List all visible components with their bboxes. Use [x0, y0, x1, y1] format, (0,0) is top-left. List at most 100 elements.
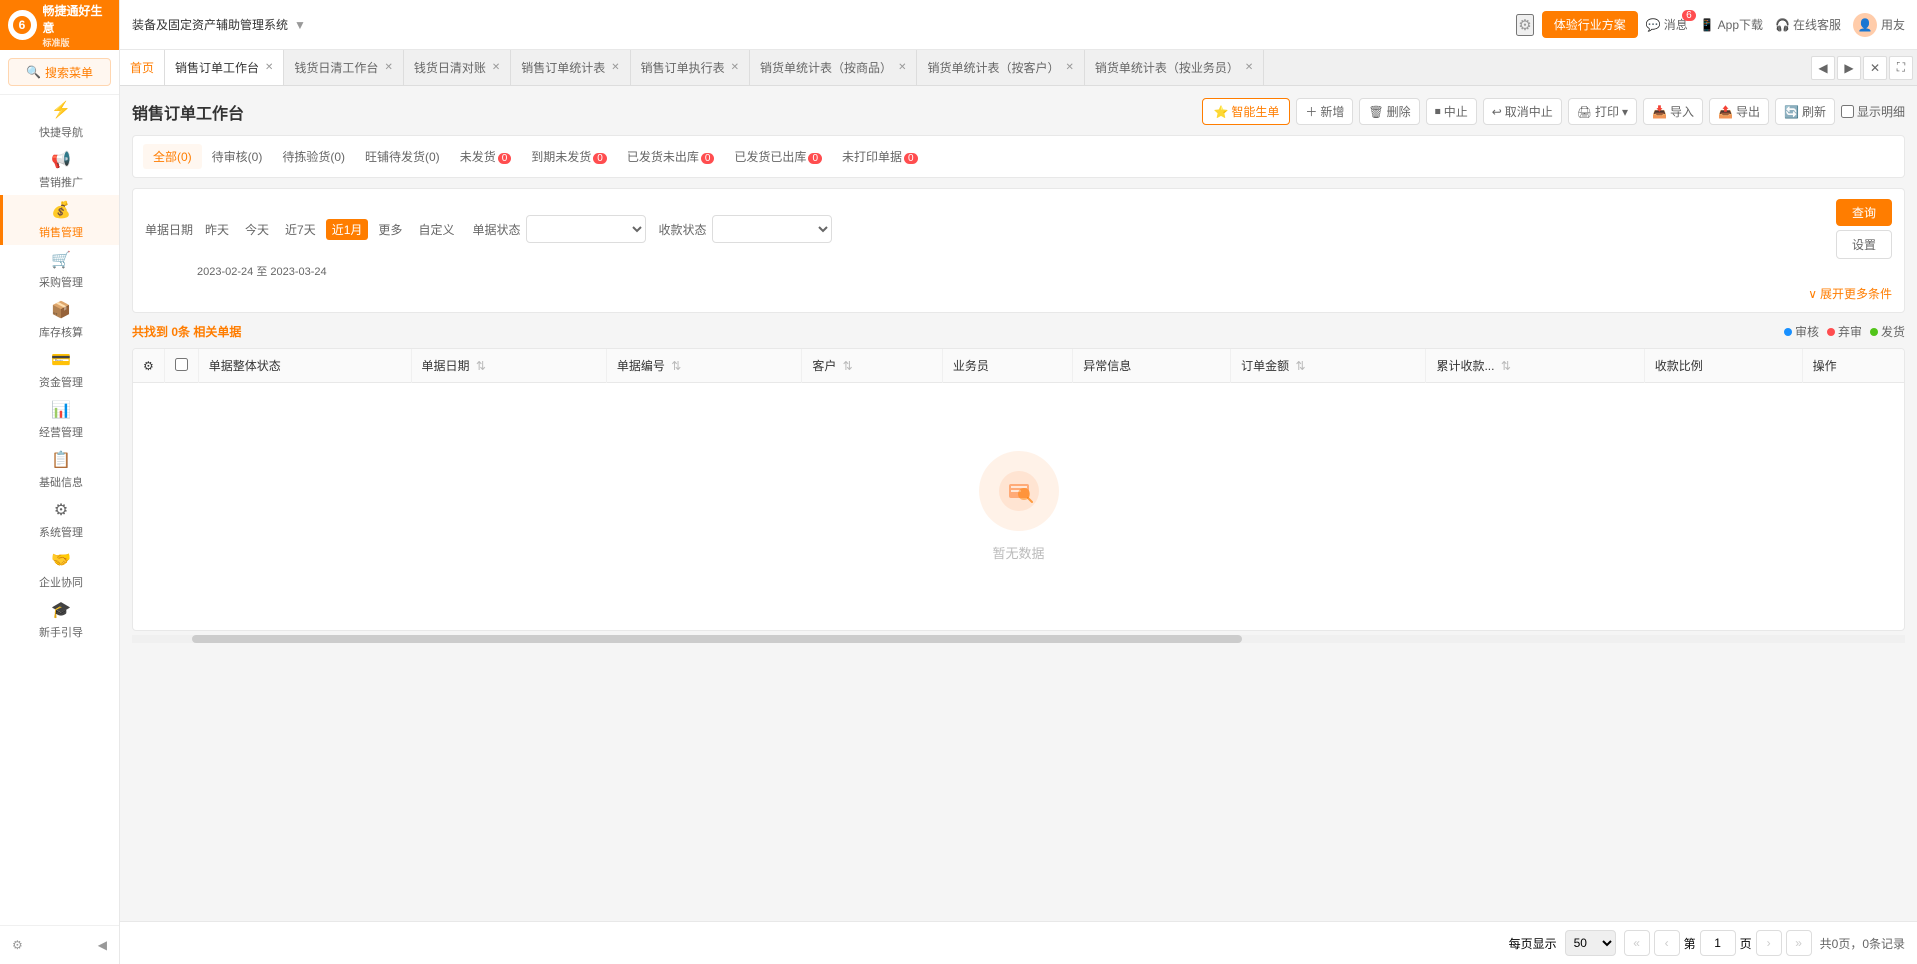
tab-sales-summary-customer[interactable]: 销货单统计表（按客户） ✕ — [917, 50, 1084, 85]
sidebar-item-finance[interactable]: 💳 资金管理 — [0, 345, 119, 395]
customer-sort-icon[interactable]: ⇅ — [843, 359, 853, 373]
add-btn[interactable]: ＋ 新增 — [1296, 98, 1353, 125]
review-action-btn[interactable]: 审核 — [1784, 323, 1819, 340]
tab-sales-stats[interactable]: 销售订单统计表 ✕ — [511, 50, 630, 85]
col-customer-header[interactable]: 客户 ⇅ — [802, 349, 943, 383]
sidebar-item-basic[interactable]: 📋 基础信息 — [0, 445, 119, 495]
page-first-btn[interactable]: « — [1624, 930, 1650, 956]
amount-sort-icon[interactable]: ⇅ — [1295, 359, 1305, 373]
per-page-label: 每页显示 — [1509, 935, 1557, 952]
col-collected-header[interactable]: 累计收款... ⇅ — [1426, 349, 1644, 383]
subtab-shipped-out[interactable]: 已发货已出库0 — [724, 144, 832, 169]
import-btn[interactable]: 📥 导入 — [1643, 98, 1703, 125]
smart-create-btn[interactable]: ⭐ 智能生单 — [1202, 98, 1290, 125]
subtab-all[interactable]: 全部(0) — [143, 144, 202, 169]
print-btn[interactable]: 🖨 打印 ▾ — [1568, 98, 1637, 125]
sidebar-item-marketing[interactable]: 📢 营销推广 — [0, 145, 119, 195]
tab-sales-workbench[interactable]: 销售订单工作台 ✕ — [165, 50, 284, 85]
date-today-btn[interactable]: 今天 — [239, 219, 275, 240]
filter-status-label: 单据状态 — [472, 221, 520, 238]
tab-cash-reconcile[interactable]: 钱货日清对账 ✕ — [404, 50, 511, 85]
topbar-settings-btn[interactable]: ⚙ — [1516, 14, 1533, 36]
date-7days-btn[interactable]: 近7天 — [279, 219, 322, 240]
sidebar-item-purchase[interactable]: 🛒 采购管理 — [0, 245, 119, 295]
table-empty-row: 暂无数据 — [133, 383, 1904, 631]
tabs-prev-btn[interactable]: ◀ — [1811, 56, 1835, 80]
per-page-select[interactable]: 50 100 200 — [1565, 930, 1616, 956]
filter-status-select[interactable] — [526, 215, 646, 243]
page-next-btn[interactable]: › — [1756, 930, 1782, 956]
subtab-pending-inspect[interactable]: 待拣验货(0) — [272, 144, 355, 169]
anti-review-action-btn[interactable]: 弃审 — [1827, 323, 1862, 340]
subtab-pending-review[interactable]: 待审核(0) — [202, 144, 273, 169]
sidebar-item-system[interactable]: ⚙ 系统管理 — [0, 495, 119, 545]
close-sales-summary-staff-tab[interactable]: ✕ — [1245, 62, 1253, 73]
collected-sort-icon[interactable]: ⇅ — [1501, 359, 1511, 373]
app-download-btn[interactable]: 📱 App下载 — [1700, 16, 1763, 33]
topbar-right: 💬 消息 6 📱 App下载 🎧 在线客服 👤 用友 — [1646, 13, 1905, 37]
sidebar-item-sales[interactable]: 💰 销售管理 — [0, 195, 119, 245]
page-number-input[interactable] — [1700, 930, 1736, 956]
sidebar-item-enterprise[interactable]: 🤝 企业协同 — [0, 545, 119, 595]
page-prev-btn[interactable]: ‹ — [1654, 930, 1680, 956]
col-number-header[interactable]: 单据编号 ⇅ — [606, 349, 801, 383]
show-detail-checkbox-label[interactable]: 显示明细 — [1841, 103, 1905, 120]
search-menu-button[interactable]: 🔍 搜索菜单 — [8, 58, 111, 86]
subtab-overdue-not-shipped[interactable]: 到期未发货0 — [521, 144, 617, 169]
close-sales-summary-customer-tab[interactable]: ✕ — [1065, 62, 1073, 73]
online-service-btn[interactable]: 🎧 在线客服 — [1775, 16, 1841, 33]
ship-action-btn[interactable]: 发货 — [1870, 323, 1905, 340]
export-btn[interactable]: 📤 导出 — [1709, 98, 1769, 125]
close-sales-summary-goods-tab[interactable]: ✕ — [898, 62, 906, 73]
tab-sales-exec[interactable]: 销售订单执行表 ✕ — [631, 50, 750, 85]
system-dropdown-icon[interactable]: ▼ — [294, 18, 306, 32]
user-avatar-area[interactable]: 👤 用友 — [1853, 13, 1905, 37]
close-sales-workbench-tab[interactable]: ✕ — [265, 62, 273, 73]
tab-sales-summary-goods[interactable]: 销货单统计表（按商品） ✕ — [750, 50, 917, 85]
select-all-checkbox[interactable] — [175, 358, 188, 371]
sidebar-item-business[interactable]: 📊 经营管理 — [0, 395, 119, 445]
date-sort-icon[interactable]: ⇅ — [476, 359, 486, 373]
sidebar-item-guide[interactable]: 🎓 新手引导 — [0, 595, 119, 645]
close-sales-stats-tab[interactable]: ✕ — [611, 62, 619, 73]
subtab-not-printed[interactable]: 未打印单据0 — [832, 144, 928, 169]
subtab-not-shipped[interactable]: 未发货0 — [450, 144, 522, 169]
filter-expand-btn[interactable]: ∨ 展开更多条件 — [1808, 285, 1892, 302]
col-settings-header[interactable]: ⚙ — [133, 349, 164, 383]
tabs-next-btn[interactable]: ▶ — [1837, 56, 1861, 80]
date-1month-btn[interactable]: 近1月 — [326, 219, 369, 240]
close-cash-daily-tab[interactable]: ✕ — [384, 62, 392, 73]
refresh-btn[interactable]: 🔄 刷新 — [1775, 98, 1835, 125]
filter-payment-select[interactable] — [712, 215, 832, 243]
number-sort-icon[interactable]: ⇅ — [671, 359, 681, 373]
industry-solution-btn[interactable]: 体验行业方案 — [1542, 11, 1638, 38]
filter-set-btn[interactable]: 设置 — [1836, 230, 1892, 259]
col-amount-header[interactable]: 订单金额 ⇅ — [1231, 349, 1426, 383]
date-custom-btn[interactable]: 自定义 — [412, 219, 460, 240]
message-btn[interactable]: 💬 消息 6 — [1646, 16, 1688, 33]
date-yesterday-btn[interactable]: 昨天 — [199, 219, 235, 240]
tab-home[interactable]: 首页 — [120, 50, 165, 85]
tabs-fullscreen-btn[interactable]: ⛶ — [1889, 56, 1913, 80]
close-sales-exec-tab[interactable]: ✕ — [731, 62, 739, 73]
page-last-btn[interactable]: » — [1786, 930, 1812, 956]
delete-btn[interactable]: 🗑 删除 — [1359, 98, 1419, 125]
subtab-wangpu-pending[interactable]: 旺铺待发货(0) — [355, 144, 450, 169]
collapse-sidebar-btn[interactable]: ◀ — [94, 934, 111, 956]
show-detail-checkbox[interactable] — [1841, 105, 1854, 118]
tab-cash-daily[interactable]: 钱货日清工作台 ✕ — [284, 50, 403, 85]
tabs-close-btn[interactable]: ✕ — [1863, 56, 1887, 80]
col-date-header[interactable]: 单据日期 ⇅ — [411, 349, 606, 383]
close-cash-reconcile-tab[interactable]: ✕ — [492, 62, 500, 73]
sidebar-item-quick-nav[interactable]: ⚡ 快捷导航 — [0, 95, 119, 145]
scrollbar-thumb[interactable] — [192, 635, 1242, 643]
settings-bottom-btn[interactable]: ⚙ — [8, 934, 27, 956]
tab-sales-summary-staff[interactable]: 销货单统计表（按业务员） ✕ — [1085, 50, 1264, 85]
subtab-shipped-not-out[interactable]: 已发货未出库0 — [617, 144, 725, 169]
query-btn[interactable]: 查询 — [1836, 199, 1892, 226]
date-more-btn[interactable]: 更多 — [372, 219, 408, 240]
horizontal-scrollbar[interactable] — [132, 635, 1905, 643]
sidebar-item-inventory[interactable]: 📦 库存核算 — [0, 295, 119, 345]
cancel-stop-btn[interactable]: ↩ 取消中止 — [1483, 98, 1562, 125]
stop-btn[interactable]: ⏹ 中止 — [1426, 98, 1477, 125]
